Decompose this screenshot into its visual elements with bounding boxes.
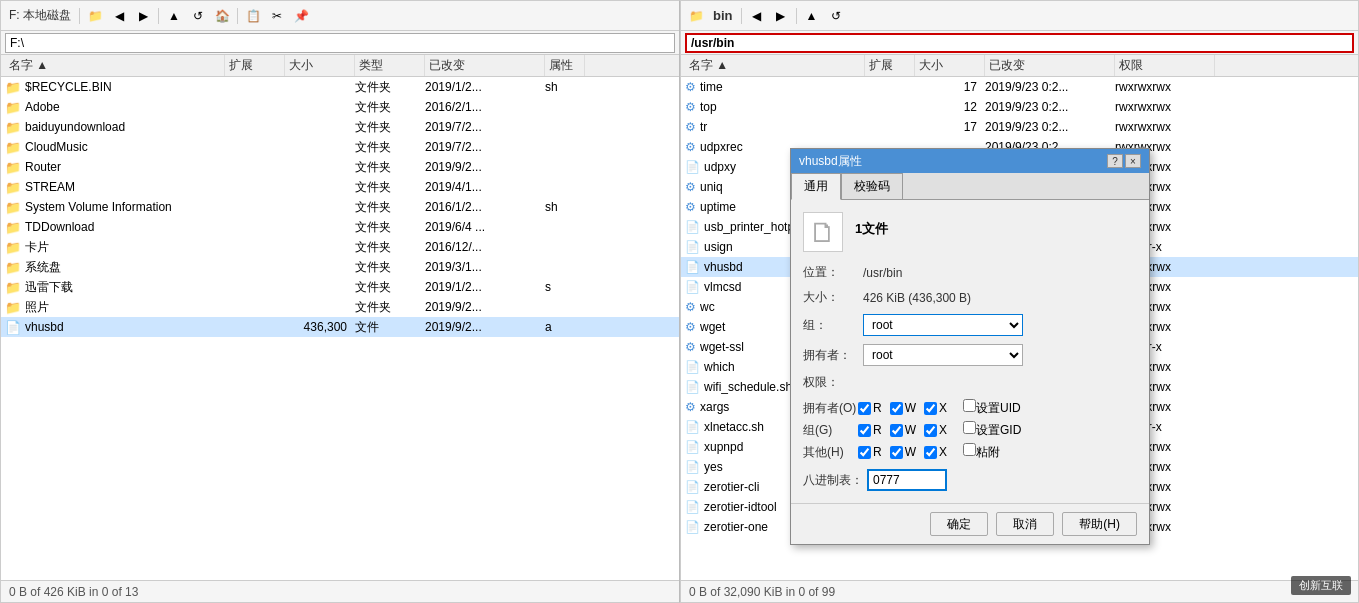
dialog-tabs: 通用 校验码 <box>791 173 1149 200</box>
dialog-file-name: 1文件 <box>855 212 888 238</box>
octal-input[interactable] <box>867 469 947 491</box>
group-label: 组： <box>803 317 863 334</box>
perm-setuid-cb[interactable] <box>963 399 976 412</box>
perm-row-other: 其他(H) R W X 粘附 <box>803 443 1137 461</box>
dialog-titlebar: vhusbd属性 ? × <box>791 149 1149 173</box>
perm-other-r-cb[interactable] <box>858 446 871 459</box>
perm-sticky-cb[interactable] <box>963 443 976 456</box>
location-value: /usr/bin <box>863 266 902 280</box>
modal-overlay: vhusbd属性 ? × 通用 校验码 🗋 1文件 <box>0 0 1359 603</box>
dialog-perm-label-row: 权限： <box>803 374 1137 391</box>
perm-owner-r-cb[interactable] <box>858 402 871 415</box>
perm-group-r-cb[interactable] <box>858 424 871 437</box>
dialog-footer: 确定 取消 帮助(H) <box>791 503 1149 544</box>
perm-other-checkboxes: R W X <box>858 445 947 459</box>
perm-other-w[interactable]: W <box>890 445 916 459</box>
perm-owner-r[interactable]: R <box>858 401 882 415</box>
dialog-ok-btn[interactable]: 确定 <box>930 512 988 536</box>
perm-other-extra: 粘附 <box>963 443 1000 461</box>
dialog-group-row: 组： root <box>803 314 1137 336</box>
size-label: 大小： <box>803 289 863 306</box>
owner-select[interactable]: root <box>863 344 1023 366</box>
dialog-file-info: 🗋 1文件 <box>803 212 1137 252</box>
perm-group-x[interactable]: X <box>924 423 947 437</box>
dialog-body: 🗋 1文件 位置： /usr/bin 大小： 426 KiB (436,300 … <box>791 200 1149 503</box>
dialog-size-row: 大小： 426 KiB (436,300 B) <box>803 289 1137 306</box>
dialog-file-icon: 🗋 <box>803 212 843 252</box>
perm-setgid-label[interactable]: 设置GID <box>963 421 1021 439</box>
location-label: 位置： <box>803 264 863 281</box>
perm-sticky-label[interactable]: 粘附 <box>963 443 1000 461</box>
perm-other-x[interactable]: X <box>924 445 947 459</box>
perm-owner-label: 拥有者(O) <box>803 400 858 417</box>
perm-setuid-label[interactable]: 设置UID <box>963 399 1021 417</box>
perm-group-w-cb[interactable] <box>890 424 903 437</box>
perm-other-w-cb[interactable] <box>890 446 903 459</box>
perm-group-x-cb[interactable] <box>924 424 937 437</box>
perm-setgid-cb[interactable] <box>963 421 976 434</box>
perm-group-extra: 设置GID <box>963 421 1021 439</box>
dialog-location-row: 位置： /usr/bin <box>803 264 1137 281</box>
explorer-container: F: 本地磁盘 📁 ◀ ▶ ▲ ↺ 🏠 📋 ✂ 📌 名字 ▲ 扩展 大小 类型 … <box>0 0 1359 603</box>
perm-section: 拥有者(O) R W X 设置UID 组(G) <box>803 399 1137 491</box>
perm-owner-x-cb[interactable] <box>924 402 937 415</box>
perm-owner-x[interactable]: X <box>924 401 947 415</box>
perm-row-group: 组(G) R W X 设置GID <box>803 421 1137 439</box>
octal-row: 八进制表： <box>803 469 1137 491</box>
dialog-tab-checksum[interactable]: 校验码 <box>841 173 903 199</box>
dialog-tab-general[interactable]: 通用 <box>791 173 841 200</box>
perm-group-r[interactable]: R <box>858 423 882 437</box>
group-select[interactable]: root <box>863 314 1023 336</box>
dialog-help-btn[interactable]: ? <box>1107 154 1123 168</box>
perm-owner-w[interactable]: W <box>890 401 916 415</box>
perm-group-w[interactable]: W <box>890 423 916 437</box>
file-document-icon: 🗋 <box>809 216 837 249</box>
perm-other-x-cb[interactable] <box>924 446 937 459</box>
dialog-close-btn[interactable]: × <box>1125 154 1141 168</box>
perm-group-checkboxes: R W X <box>858 423 947 437</box>
perm-group-label: 组(G) <box>803 422 858 439</box>
dialog-title-buttons: ? × <box>1107 154 1141 168</box>
perm-row-owner: 拥有者(O) R W X 设置UID <box>803 399 1137 417</box>
dialog-owner-row: 拥有者： root <box>803 344 1137 366</box>
perm-owner-extra: 设置UID <box>963 399 1021 417</box>
perm-other-label: 其他(H) <box>803 444 858 461</box>
owner-label: 拥有者： <box>803 347 863 364</box>
perm-other-r[interactable]: R <box>858 445 882 459</box>
dialog-title: vhusbd属性 <box>799 153 862 170</box>
perm-label: 权限： <box>803 374 863 391</box>
properties-dialog: vhusbd属性 ? × 通用 校验码 🗋 1文件 <box>790 148 1150 545</box>
size-value: 426 KiB (436,300 B) <box>863 291 971 305</box>
dialog-help-btn2[interactable]: 帮助(H) <box>1062 512 1137 536</box>
perm-owner-checkboxes: R W X <box>858 401 947 415</box>
perm-owner-w-cb[interactable] <box>890 402 903 415</box>
octal-label: 八进制表： <box>803 472 863 489</box>
dialog-cancel-btn[interactable]: 取消 <box>996 512 1054 536</box>
